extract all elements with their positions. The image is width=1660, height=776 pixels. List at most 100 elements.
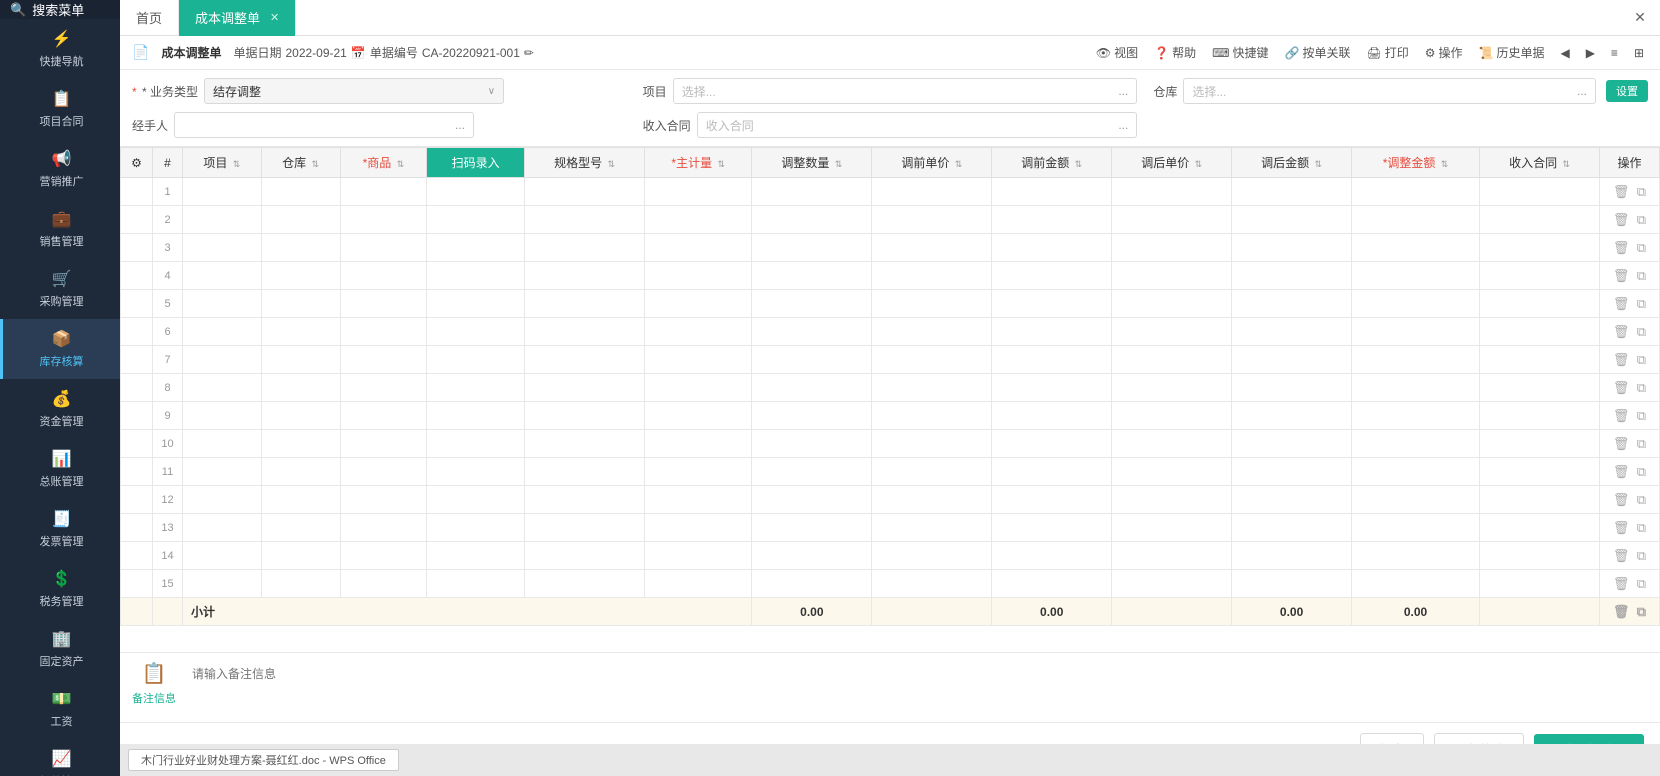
view-btn[interactable]: 👁 视图 bbox=[1092, 42, 1142, 63]
cell-qty-3[interactable] bbox=[752, 234, 872, 262]
cell-prev-amount-1[interactable] bbox=[992, 178, 1112, 206]
cell-scan-2[interactable] bbox=[427, 206, 525, 234]
cell-project-2[interactable] bbox=[183, 206, 262, 234]
cell-warehouse-14[interactable] bbox=[261, 542, 340, 570]
cell-adjust-amount-7[interactable] bbox=[1352, 346, 1480, 374]
sidebar-item-fixed-assets[interactable]: 🏢 固定资产 bbox=[0, 619, 120, 679]
sidebar-item-project-contract[interactable]: 📋 项目合同 bbox=[0, 79, 120, 139]
cell-adjust-amount-1[interactable] bbox=[1352, 178, 1480, 206]
cell-project-5[interactable] bbox=[183, 290, 262, 318]
warehouse-ellipsis[interactable]: ... bbox=[1577, 84, 1587, 98]
th-warehouse[interactable]: 仓库 ⇅ bbox=[261, 148, 340, 178]
cell-prev-price-13[interactable] bbox=[872, 514, 992, 542]
cell-spec-6[interactable] bbox=[525, 318, 645, 346]
cell-scan-1[interactable] bbox=[427, 178, 525, 206]
cell-income-contract-2[interactable] bbox=[1480, 206, 1600, 234]
cell-after-amount-5[interactable] bbox=[1232, 290, 1352, 318]
sidebar-search-label[interactable]: 搜索菜单 bbox=[32, 0, 84, 19]
cell-after-amount-2[interactable] bbox=[1232, 206, 1352, 234]
cell-qty-15[interactable] bbox=[752, 570, 872, 598]
cell-unit-3[interactable] bbox=[645, 234, 752, 262]
cell-scan-8[interactable] bbox=[427, 374, 525, 402]
cell-scan-11[interactable] bbox=[427, 458, 525, 486]
cell-after-amount-4[interactable] bbox=[1232, 262, 1352, 290]
cell-prev-amount-14[interactable] bbox=[992, 542, 1112, 570]
cell-unit-13[interactable] bbox=[645, 514, 752, 542]
cell-adjust-amount-5[interactable] bbox=[1352, 290, 1480, 318]
delete-icon-8[interactable]: 🗑 bbox=[1611, 380, 1632, 395]
delete-icon-2[interactable]: 🗑 bbox=[1611, 212, 1632, 227]
cell-income-contract-6[interactable] bbox=[1480, 318, 1600, 346]
cell-prev-price-14[interactable] bbox=[872, 542, 992, 570]
cell-qty-14[interactable] bbox=[752, 542, 872, 570]
cell-goods-8[interactable] bbox=[340, 374, 427, 402]
cell-prev-price-10[interactable] bbox=[872, 430, 992, 458]
cell-prev-price-9[interactable] bbox=[872, 402, 992, 430]
cell-qty-10[interactable] bbox=[752, 430, 872, 458]
cell-after-price-10[interactable] bbox=[1112, 430, 1232, 458]
cell-qty-5[interactable] bbox=[752, 290, 872, 318]
cell-prev-price-3[interactable] bbox=[872, 234, 992, 262]
th-prev-price[interactable]: 调前单价 ⇅ bbox=[872, 148, 992, 178]
cell-qty-12[interactable] bbox=[752, 486, 872, 514]
copy-icon-10[interactable]: ⧉ bbox=[1635, 436, 1648, 451]
cell-unit-6[interactable] bbox=[645, 318, 752, 346]
cell-prev-price-5[interactable] bbox=[872, 290, 992, 318]
cell-adjust-amount-10[interactable] bbox=[1352, 430, 1480, 458]
cell-qty-4[interactable] bbox=[752, 262, 872, 290]
sidebar-item-ledger-mgmt[interactable]: 📊 总账管理 bbox=[0, 439, 120, 499]
delete-icon-7[interactable]: 🗑 bbox=[1611, 352, 1632, 367]
copy-icon-1[interactable]: ⧉ bbox=[1635, 184, 1648, 199]
cell-project-4[interactable] bbox=[183, 262, 262, 290]
cell-project-15[interactable] bbox=[183, 570, 262, 598]
cell-prev-amount-15[interactable] bbox=[992, 570, 1112, 598]
cell-prev-amount-11[interactable] bbox=[992, 458, 1112, 486]
cell-spec-12[interactable] bbox=[525, 486, 645, 514]
cell-warehouse-4[interactable] bbox=[261, 262, 340, 290]
delete-icon-1[interactable]: 🗑 bbox=[1611, 184, 1632, 199]
cell-scan-7[interactable] bbox=[427, 346, 525, 374]
business-type-input[interactable]: 结存调整 ∨ bbox=[204, 78, 504, 104]
agent-input[interactable]: ... bbox=[174, 112, 474, 138]
sidebar-item-invoice-mgmt[interactable]: 🧾 发票管理 bbox=[0, 499, 120, 559]
cell-scan-12[interactable] bbox=[427, 486, 525, 514]
cell-prev-amount-12[interactable] bbox=[992, 486, 1112, 514]
cell-income-contract-3[interactable] bbox=[1480, 234, 1600, 262]
cell-qty-1[interactable] bbox=[752, 178, 872, 206]
cell-after-price-15[interactable] bbox=[1112, 570, 1232, 598]
cell-adjust-amount-13[interactable] bbox=[1352, 514, 1480, 542]
sidebar-item-funds-mgmt[interactable]: 💰 资金管理 bbox=[0, 379, 120, 439]
cell-adjust-amount-12[interactable] bbox=[1352, 486, 1480, 514]
sidebar-item-inventory[interactable]: 📦 库存核算 bbox=[0, 319, 120, 379]
tab-home[interactable]: 首页 bbox=[120, 0, 179, 36]
ops-btn[interactable]: ⚙ 操作 bbox=[1421, 42, 1467, 63]
window-close-button[interactable]: ✕ bbox=[1628, 6, 1652, 30]
sidebar-item-purchase-mgmt[interactable]: 🛒 采购管理 bbox=[0, 259, 120, 319]
copy-icon-12[interactable]: ⧉ bbox=[1635, 492, 1648, 507]
delete-icon-4[interactable]: 🗑 bbox=[1611, 268, 1632, 283]
th-adjust-amount[interactable]: *调整金额 ⇅ bbox=[1352, 148, 1480, 178]
th-income-contract[interactable]: 收入合同 ⇅ bbox=[1480, 148, 1600, 178]
cell-warehouse-8[interactable] bbox=[261, 374, 340, 402]
copy-icon-7[interactable]: ⧉ bbox=[1635, 352, 1648, 367]
cell-warehouse-11[interactable] bbox=[261, 458, 340, 486]
cell-qty-6[interactable] bbox=[752, 318, 872, 346]
cell-after-price-9[interactable] bbox=[1112, 402, 1232, 430]
cell-goods-13[interactable] bbox=[340, 514, 427, 542]
cell-prev-price-7[interactable] bbox=[872, 346, 992, 374]
copy-icon-15[interactable]: ⧉ bbox=[1635, 576, 1648, 591]
cell-goods-2[interactable] bbox=[340, 206, 427, 234]
cell-goods-6[interactable] bbox=[340, 318, 427, 346]
cell-scan-5[interactable] bbox=[427, 290, 525, 318]
cell-project-12[interactable] bbox=[183, 486, 262, 514]
cell-prev-amount-3[interactable] bbox=[992, 234, 1112, 262]
cell-income-contract-13[interactable] bbox=[1480, 514, 1600, 542]
cell-after-price-1[interactable] bbox=[1112, 178, 1232, 206]
cell-goods-11[interactable] bbox=[340, 458, 427, 486]
cell-prev-price-2[interactable] bbox=[872, 206, 992, 234]
cell-goods-4[interactable] bbox=[340, 262, 427, 290]
cell-after-amount-10[interactable] bbox=[1232, 430, 1352, 458]
cell-after-price-2[interactable] bbox=[1112, 206, 1232, 234]
cell-unit-8[interactable] bbox=[645, 374, 752, 402]
cell-after-amount-9[interactable] bbox=[1232, 402, 1352, 430]
